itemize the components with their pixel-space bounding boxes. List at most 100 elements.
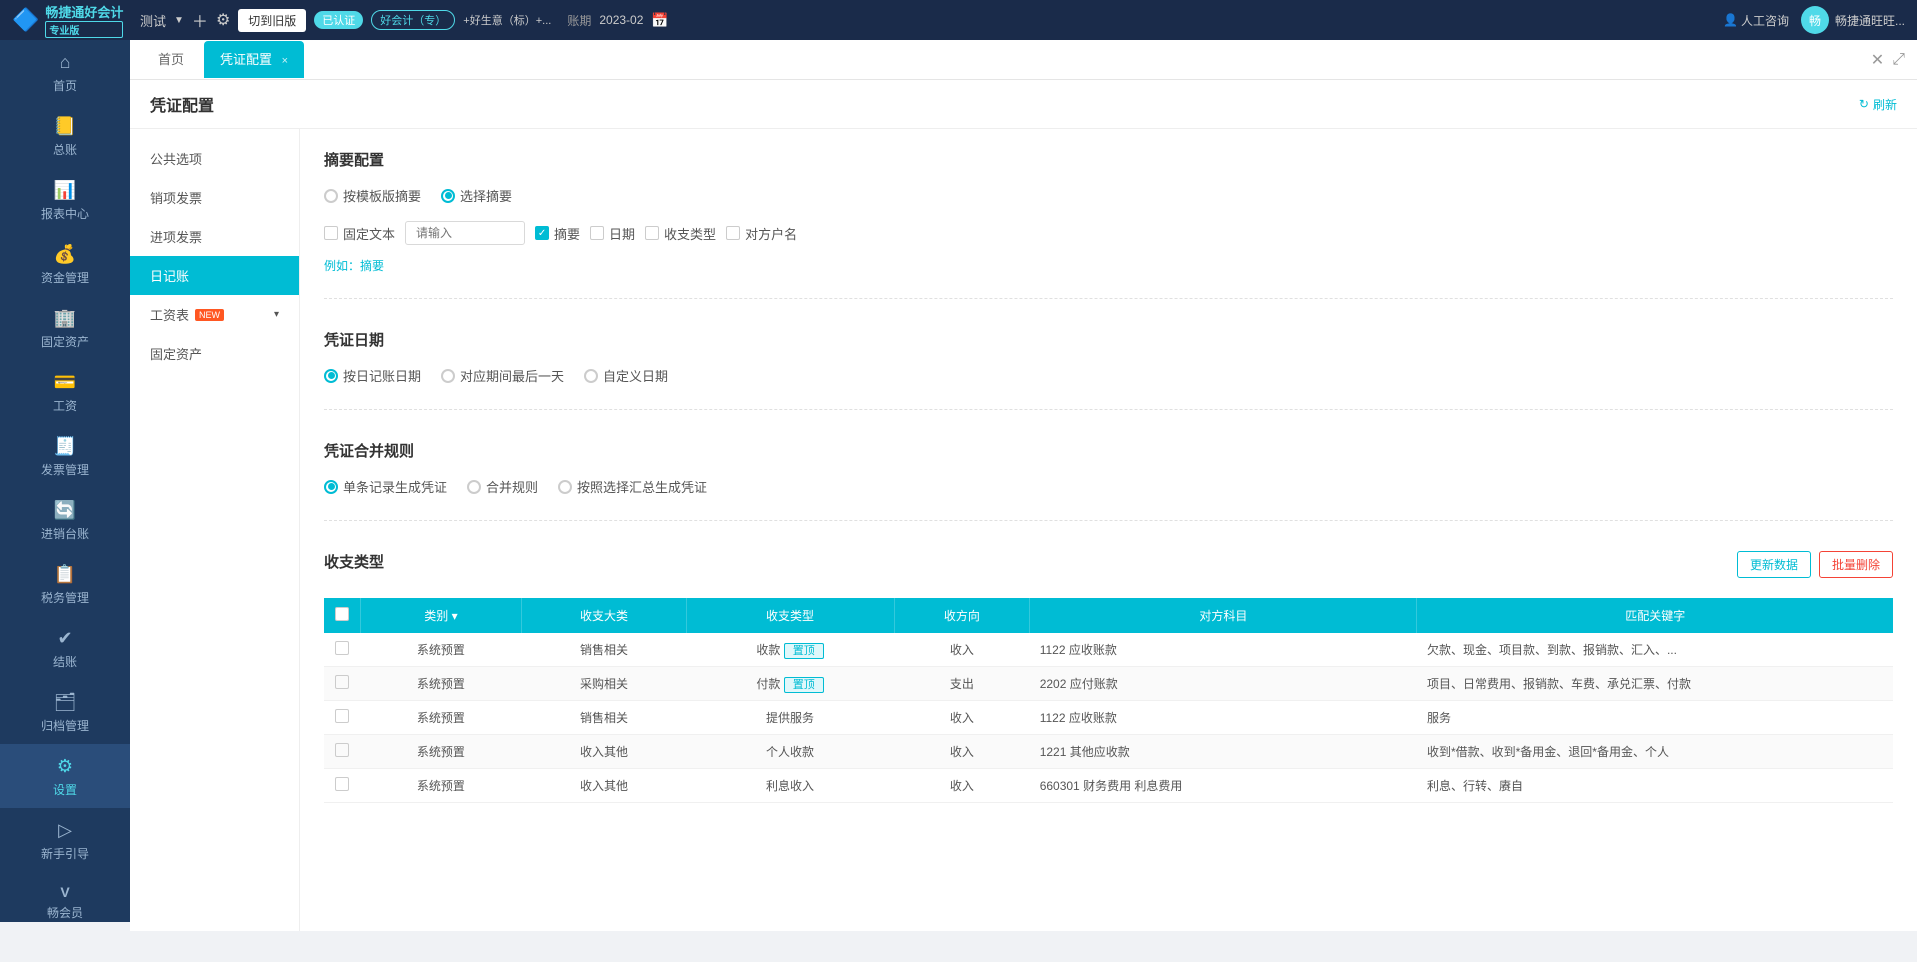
cell-direction-1: 支出: [894, 667, 1030, 701]
cell-direction-2: 收入: [894, 701, 1030, 735]
sidebar-item-reports[interactable]: 📊 报表中心: [0, 168, 130, 232]
left-nav: 公共选项 销项发票 进项发票 日记账 工资表 NEW ▾ 固定资产: [130, 129, 300, 931]
sidebar-item-archive[interactable]: 🗂 归档管理: [0, 680, 130, 744]
payment-table: 类别 ▾ 收支大类 收支类型 收方向 对方科目 匹配关键字 系统预置 销售相关 …: [324, 598, 1893, 803]
left-nav-fixed-assets[interactable]: 固定资产: [130, 334, 299, 373]
radio-merge-rule[interactable]: 合并规则: [467, 477, 538, 496]
radio-period-last[interactable]: 对应期间最后一天: [441, 366, 564, 385]
radio-template-summary[interactable]: 按模板版摘要: [324, 186, 421, 205]
service-btn[interactable]: 👤 人工咨询: [1723, 12, 1789, 29]
company-dropdown-icon[interactable]: ▼: [174, 15, 184, 26]
cell-type-1: 付款 置顶: [686, 667, 894, 701]
sidebar-item-label: 进销台账: [41, 525, 89, 542]
checkbox-box-date: [590, 226, 604, 240]
left-nav-daily-ledger[interactable]: 日记账: [130, 256, 299, 295]
calendar-icon[interactable]: 📅: [651, 12, 668, 29]
cell-type-3: 个人收款: [686, 735, 894, 769]
page-title: 凭证配置: [150, 92, 214, 116]
sidebar-item-home[interactable]: ⌂ 首页: [0, 40, 130, 104]
sidebar-item-label: 新手引导: [41, 845, 89, 862]
refresh-btn[interactable]: ↻ 刷新: [1859, 96, 1897, 113]
checkbox-date[interactable]: 日期: [590, 224, 635, 243]
home-icon: ⌂: [60, 52, 71, 73]
date-section: 凭证日期 按日记账日期 对应期间最后一天 自定义日期: [324, 329, 1893, 410]
sidebar-item-settlement[interactable]: ✔ 结账: [0, 616, 130, 680]
username[interactable]: 畅捷通旺旺...: [1835, 12, 1905, 29]
close-all-tabs-icon[interactable]: ✕: [1871, 50, 1884, 70]
date-section-title: 凭证日期: [324, 329, 1893, 350]
row-checkbox-4[interactable]: [335, 777, 349, 791]
sidebar-item-capital[interactable]: 💰 资金管理: [0, 232, 130, 296]
haokuai-badge: 好会计（专）: [371, 10, 455, 30]
sidebar-item-purchase-sales[interactable]: 🔄 进销台账: [0, 488, 130, 552]
sidebar-item-invoice[interactable]: 🧾 发票管理: [0, 424, 130, 488]
invoice-icon: 🧾: [54, 436, 76, 457]
table-row: 系统预置 收入其他 利息收入 收入 660301 财务费用 利息费用 利息、行转…: [324, 769, 1893, 803]
sidebar-item-ledger[interactable]: 📒 总账: [0, 104, 130, 168]
cell-keywords-4: 利息、行转、赓自: [1417, 769, 1893, 803]
sidebar-item-label: 畅会员: [47, 904, 83, 921]
left-nav-sales-invoice[interactable]: 销项发票: [130, 178, 299, 217]
sidebar-item-label: 资金管理: [41, 269, 89, 286]
row-checkbox-1[interactable]: [335, 675, 349, 689]
tab-close-icon[interactable]: ×: [282, 55, 288, 67]
period-label: 账期: [567, 12, 591, 29]
purchase-icon: 🔄: [54, 500, 76, 521]
cell-direction-0: 收入: [894, 633, 1030, 667]
update-data-btn[interactable]: 更新数据: [1737, 551, 1811, 578]
cell-keywords-0: 欠款、现金、项目款、到款、报销款、汇入、...: [1417, 633, 1893, 667]
radio-single-voucher[interactable]: 单条记录生成凭证: [324, 477, 447, 496]
type-tag-1: 置顶: [784, 677, 824, 693]
radio-select-summary[interactable]: 选择摘要: [441, 186, 512, 205]
checkbox-counterparty[interactable]: 对方户名: [726, 224, 797, 243]
logo-text: 畅捷通好会计: [45, 2, 123, 21]
payroll-icon: 💳: [54, 372, 76, 393]
sidebar-item-tax[interactable]: 📋 税务管理: [0, 552, 130, 616]
fixed-assets-icon: 🏢: [54, 308, 76, 329]
row-checkbox-0[interactable]: [335, 641, 349, 655]
col-keywords: 匹配关键字: [1417, 598, 1893, 633]
tab-bar: 首页 凭证配置 × ✕ ⤢: [130, 40, 1917, 80]
select-all-checkbox[interactable]: [335, 607, 349, 621]
sidebar-item-settings[interactable]: ⚙ 设置: [0, 744, 130, 808]
sidebar-item-label: 总账: [53, 141, 77, 158]
checkbox-box-payment-type: [645, 226, 659, 240]
fixed-text-input[interactable]: [405, 221, 525, 245]
sidebar-item-guide[interactable]: ▷ 新手引导: [0, 808, 130, 872]
checkbox-summary[interactable]: ✓ 摘要: [535, 224, 580, 243]
left-nav-payroll-table[interactable]: 工资表 NEW ▾: [130, 295, 299, 334]
date-radio-group: 按日记账日期 对应期间最后一天 自定义日期: [324, 366, 1893, 385]
radio-daily-date[interactable]: 按日记账日期: [324, 366, 421, 385]
settings-icon[interactable]: ⚙: [216, 10, 230, 30]
checkbox-payment-type[interactable]: 收支类型: [645, 224, 716, 243]
add-icon[interactable]: ＋: [192, 8, 208, 32]
ledger-icon: 📒: [54, 116, 76, 137]
batch-delete-btn[interactable]: 批量删除: [1819, 551, 1893, 578]
sidebar-item-label: 设置: [53, 781, 77, 798]
cell-category-1: 系统预置: [360, 667, 522, 701]
tab-home[interactable]: 首页: [142, 41, 200, 78]
radio-circle-template: [324, 189, 338, 203]
cell-type-2: 提供服务: [686, 701, 894, 735]
cell-type-4: 利息收入: [686, 769, 894, 803]
right-content: 摘要配置 按模板版摘要 选择摘要: [300, 129, 1917, 931]
table-row: 系统预置 销售相关 收款 置顶 收入 1122 应收账款 欠款、现金、项目款、到…: [324, 633, 1893, 667]
radio-custom-date[interactable]: 自定义日期: [584, 366, 668, 385]
row-checkbox-3[interactable]: [335, 743, 349, 757]
radio-circle-select: [441, 189, 455, 203]
main-layout: 首页 凭证配置 × ✕ ⤢ 凭证配置 ↻ 刷新 公共选项: [130, 40, 1917, 931]
sidebar-item-fixed-assets[interactable]: 🏢 固定资产: [0, 296, 130, 360]
row-checkbox-2[interactable]: [335, 709, 349, 723]
sidebar: ⌂ 首页 📒 总账 📊 报表中心 💰 资金管理 🏢 固定资产 💳 工资 🧾 发票…: [0, 40, 130, 922]
switch-old-btn[interactable]: 切到旧版: [238, 9, 306, 32]
sidebar-item-payroll[interactable]: 💳 工资: [0, 360, 130, 424]
tab-voucher-config[interactable]: 凭证配置 ×: [204, 41, 304, 78]
company-name[interactable]: 测试: [140, 11, 166, 30]
sidebar-item-label: 工资: [53, 397, 77, 414]
left-nav-purchase-invoice[interactable]: 进项发票: [130, 217, 299, 256]
left-nav-public[interactable]: 公共选项: [130, 139, 299, 178]
radio-summary-gen[interactable]: 按照选择汇总生成凭证: [558, 477, 707, 496]
expand-tab-icon[interactable]: ⤢: [1892, 51, 1905, 69]
checkbox-fixed-text[interactable]: 固定文本: [324, 224, 395, 243]
chevron-down-icon: ▾: [274, 309, 279, 320]
